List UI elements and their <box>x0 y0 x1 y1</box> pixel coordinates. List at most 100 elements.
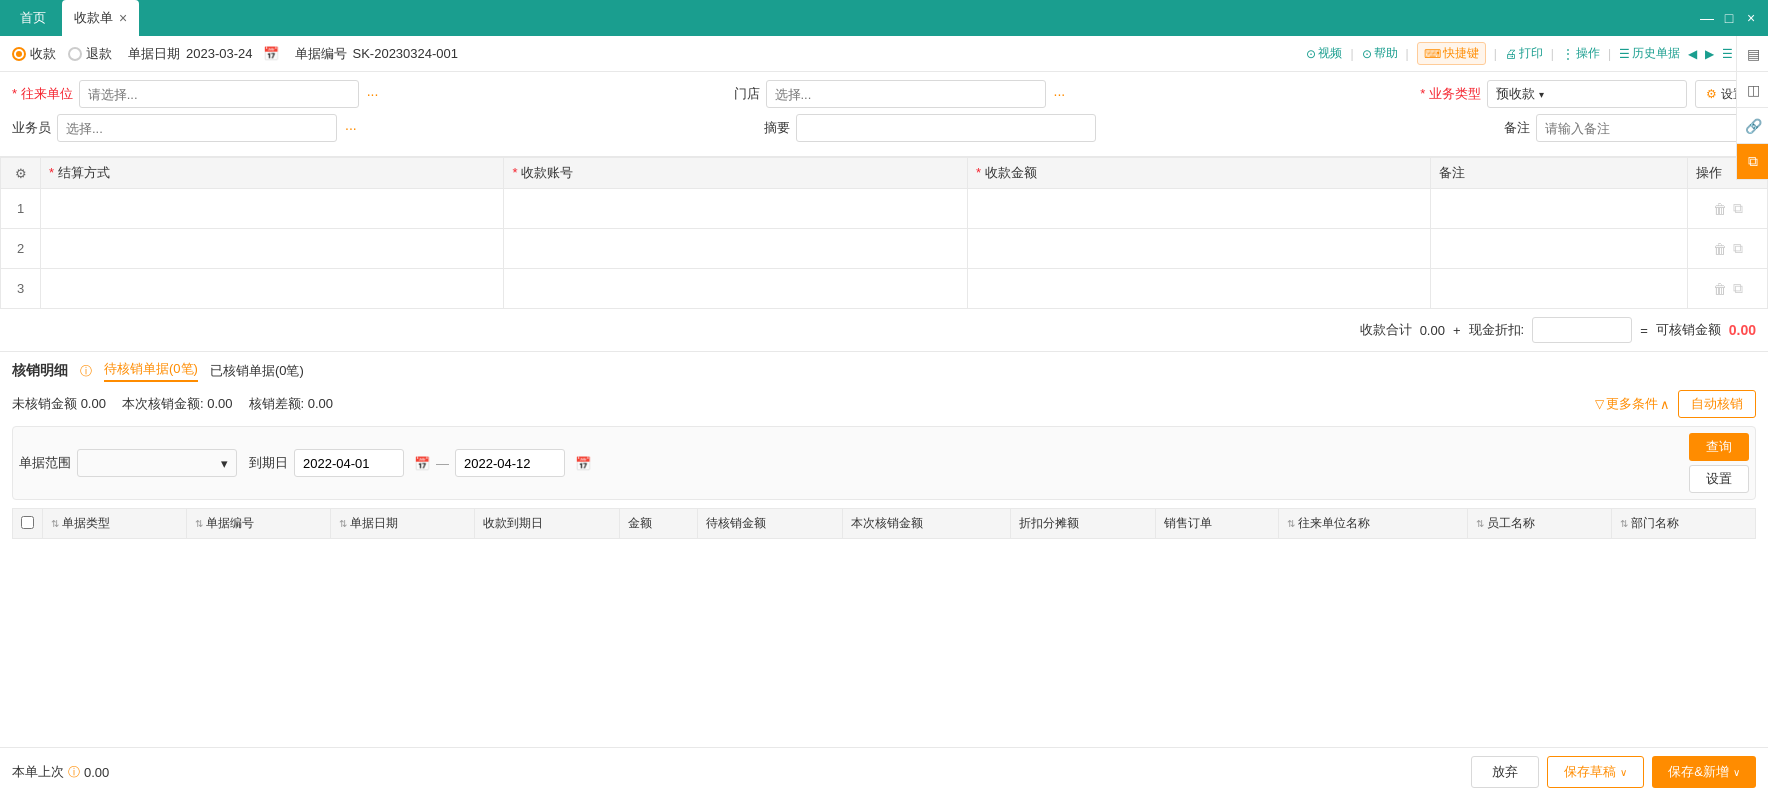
plus-sign: + <box>1453 323 1461 338</box>
salesperson-more-btn[interactable]: ··· <box>345 120 357 136</box>
action-link[interactable]: ⋮ 操作 <box>1562 45 1600 62</box>
toolbar-right-actions: ⊙ 视频 | ⊙ 帮助 | ⌨ 快捷键 | 🖨 打印 | ⋮ 操作 | ☰ 历史… <box>1306 42 1756 65</box>
account-cell-2[interactable] <box>504 229 967 269</box>
radio-receipt-circle <box>12 47 26 61</box>
radio-refund-circle <box>68 47 82 61</box>
writeoff-info-icon[interactable]: ⓘ <box>80 363 92 380</box>
summary-input[interactable] <box>796 114 1096 142</box>
uncancelled-value: 0.00 <box>81 396 106 411</box>
query-button[interactable]: 查询 <box>1689 433 1749 461</box>
nav-left-button[interactable]: ◀ <box>1688 47 1697 61</box>
store-more-btn[interactable]: ··· <box>1054 86 1066 102</box>
settlement-cell-3[interactable] <box>41 269 504 309</box>
row-num-3: 3 <box>1 269 41 309</box>
store-input[interactable] <box>766 80 1046 108</box>
bottom-table: ⇅ 单据类型 ⇅ 单据编号 ⇅ 单据日期 收款到期日 金额 <box>12 508 1756 539</box>
diff-stat: 核销差额: 0.00 <box>249 395 334 413</box>
delete-row1-icon[interactable]: 🗑 <box>1713 201 1727 217</box>
copy-row3-icon[interactable]: ⧉ <box>1733 280 1743 297</box>
receipt-table: ⚙ 结算方式 收款账号 收款金额 备注 操作 1 <box>0 157 1768 309</box>
close-tab-icon[interactable]: × <box>119 10 127 26</box>
due-date-end-calendar-icon[interactable]: 📅 <box>575 456 591 471</box>
amount-cell-2[interactable] <box>967 229 1430 269</box>
sidebar-icon-2[interactable]: ◫ <box>1737 72 1768 108</box>
footer-info-icon[interactable]: ⓘ <box>68 764 80 781</box>
delete-row3-icon[interactable]: 🗑 <box>1713 281 1727 297</box>
account-cell-3[interactable] <box>504 269 967 309</box>
radio-refund-label: 退款 <box>86 45 112 63</box>
prev-label: 本单上次 <box>12 763 64 781</box>
sidebar-icon-3[interactable]: 🔗 <box>1737 108 1768 144</box>
counterparty-input[interactable] <box>79 80 359 108</box>
discount-input[interactable] <box>1532 317 1632 343</box>
amount-cell-3[interactable] <box>967 269 1430 309</box>
amount-cell-1[interactable] <box>967 189 1430 229</box>
video-link[interactable]: ⊙ 视频 <box>1306 45 1342 62</box>
filter-setting-button[interactable]: 设置 <box>1689 465 1749 493</box>
copy-row2-icon[interactable]: ⧉ <box>1733 240 1743 257</box>
salesperson-field: 业务员 ··· <box>12 114 357 142</box>
this-time-stat: 本次核销金额: 0.00 <box>122 395 233 413</box>
tab-pending[interactable]: 待核销单据(0笔) <box>104 360 198 382</box>
minimize-button[interactable]: — <box>1698 9 1716 27</box>
receipt-type-group: 收款 退款 <box>12 45 112 63</box>
nav-home[interactable]: 首页 <box>8 0 58 36</box>
col-number-header: ⇅ 单据编号 <box>187 509 331 539</box>
col-date-header: ⇅ 单据日期 <box>331 509 475 539</box>
calendar-icon[interactable]: 📅 <box>263 46 279 61</box>
business-type-select[interactable]: 预收款 ▾ <box>1487 80 1687 108</box>
tab-done[interactable]: 已核销单据(0笔) <box>210 362 304 380</box>
delete-row2-icon[interactable]: 🗑 <box>1713 241 1727 257</box>
due-date-start-calendar-icon[interactable]: 📅 <box>414 456 430 471</box>
action-cell-2: 🗑 ⧉ <box>1688 229 1768 269</box>
sidebar-icon-1[interactable]: ▤ <box>1737 36 1768 72</box>
help-link[interactable]: ⊙ 帮助 <box>1362 45 1398 62</box>
save-draft-button[interactable]: 保存草稿 ∨ <box>1547 756 1644 788</box>
net-label: 可核销金额 <box>1656 321 1721 339</box>
due-date-start-input[interactable] <box>294 449 404 477</box>
radio-receipt-label: 收款 <box>30 45 56 63</box>
sidebar-icon-4[interactable]: ⧉ <box>1737 144 1768 180</box>
nav-right-button[interactable]: ▶ <box>1705 47 1714 61</box>
action-cell-1: 🗑 ⧉ <box>1688 189 1768 229</box>
history-link[interactable]: ☰ 历史单据 <box>1619 45 1680 62</box>
copy-row1-icon[interactable]: ⧉ <box>1733 200 1743 217</box>
due-date-end-input[interactable] <box>455 449 565 477</box>
counterparty-more-btn[interactable]: ··· <box>367 86 379 102</box>
maximize-button[interactable]: □ <box>1720 9 1738 27</box>
date-label: 单据日期 <box>128 45 180 63</box>
table-gear-icon[interactable]: ⚙ <box>15 166 27 181</box>
discard-button[interactable]: 放弃 <box>1471 756 1539 788</box>
form-area: 往来单位 ··· 门店 ··· 业务类型 预收款 ▾ ⚙ <box>0 72 1768 157</box>
filter-actions: 查询 设置 <box>1689 433 1749 493</box>
settlement-cell-2[interactable] <box>41 229 504 269</box>
salesperson-input[interactable] <box>57 114 337 142</box>
remark-cell-3[interactable] <box>1431 269 1688 309</box>
range-chevron-icon: ▾ <box>221 456 228 471</box>
table-row: 3 🗑 ⧉ <box>1 269 1768 309</box>
save-new-button[interactable]: 保存&新增 ∨ <box>1652 756 1756 788</box>
radio-receipt[interactable]: 收款 <box>12 45 56 63</box>
account-cell-1[interactable] <box>504 189 967 229</box>
auto-writeoff-button[interactable]: 自动核销 <box>1678 390 1756 418</box>
col-remark-header: 备注 <box>1431 158 1688 189</box>
settlement-cell-1[interactable] <box>41 189 504 229</box>
range-filter-select[interactable]: ▾ <box>77 449 237 477</box>
print-link[interactable]: 🖨 打印 <box>1505 45 1543 62</box>
remark-input[interactable] <box>1536 114 1756 142</box>
save-draft-label: 保存草稿 <box>1564 763 1616 781</box>
remark-cell-1[interactable] <box>1431 189 1688 229</box>
counterparty-label: 往来单位 <box>12 85 73 103</box>
shortcut-button[interactable]: ⌨ 快捷键 <box>1417 42 1486 65</box>
due-date-label: 到期日 <box>249 454 288 472</box>
salesperson-label: 业务员 <box>12 119 51 137</box>
more-conditions-button[interactable]: ▽ 更多条件 ∧ <box>1595 395 1670 413</box>
close-window-button[interactable]: × <box>1742 9 1760 27</box>
total-label: 收款合计 <box>1360 321 1412 339</box>
layout-icon[interactable]: ☰ <box>1722 47 1733 61</box>
nav-tab-receipt[interactable]: 收款单 × <box>62 0 139 36</box>
business-type-label: 业务类型 <box>1420 85 1481 103</box>
radio-refund[interactable]: 退款 <box>68 45 112 63</box>
remark-cell-2[interactable] <box>1431 229 1688 269</box>
select-all-checkbox[interactable] <box>21 516 34 529</box>
